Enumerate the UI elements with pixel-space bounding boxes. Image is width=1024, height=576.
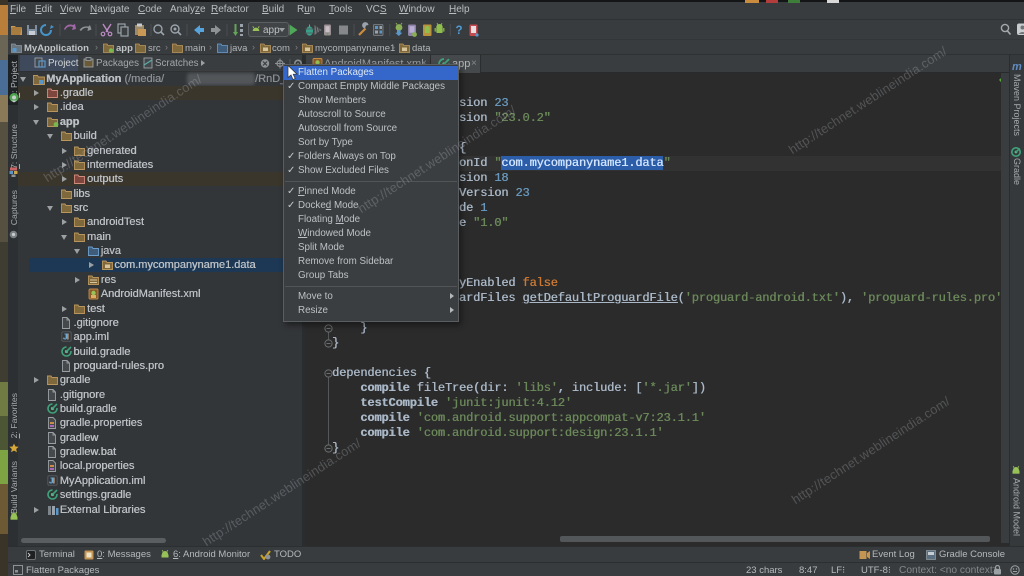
- svg-text:I: I: [52, 476, 54, 485]
- svg-text:?: ?: [456, 25, 463, 37]
- svg-text:I: I: [66, 333, 68, 342]
